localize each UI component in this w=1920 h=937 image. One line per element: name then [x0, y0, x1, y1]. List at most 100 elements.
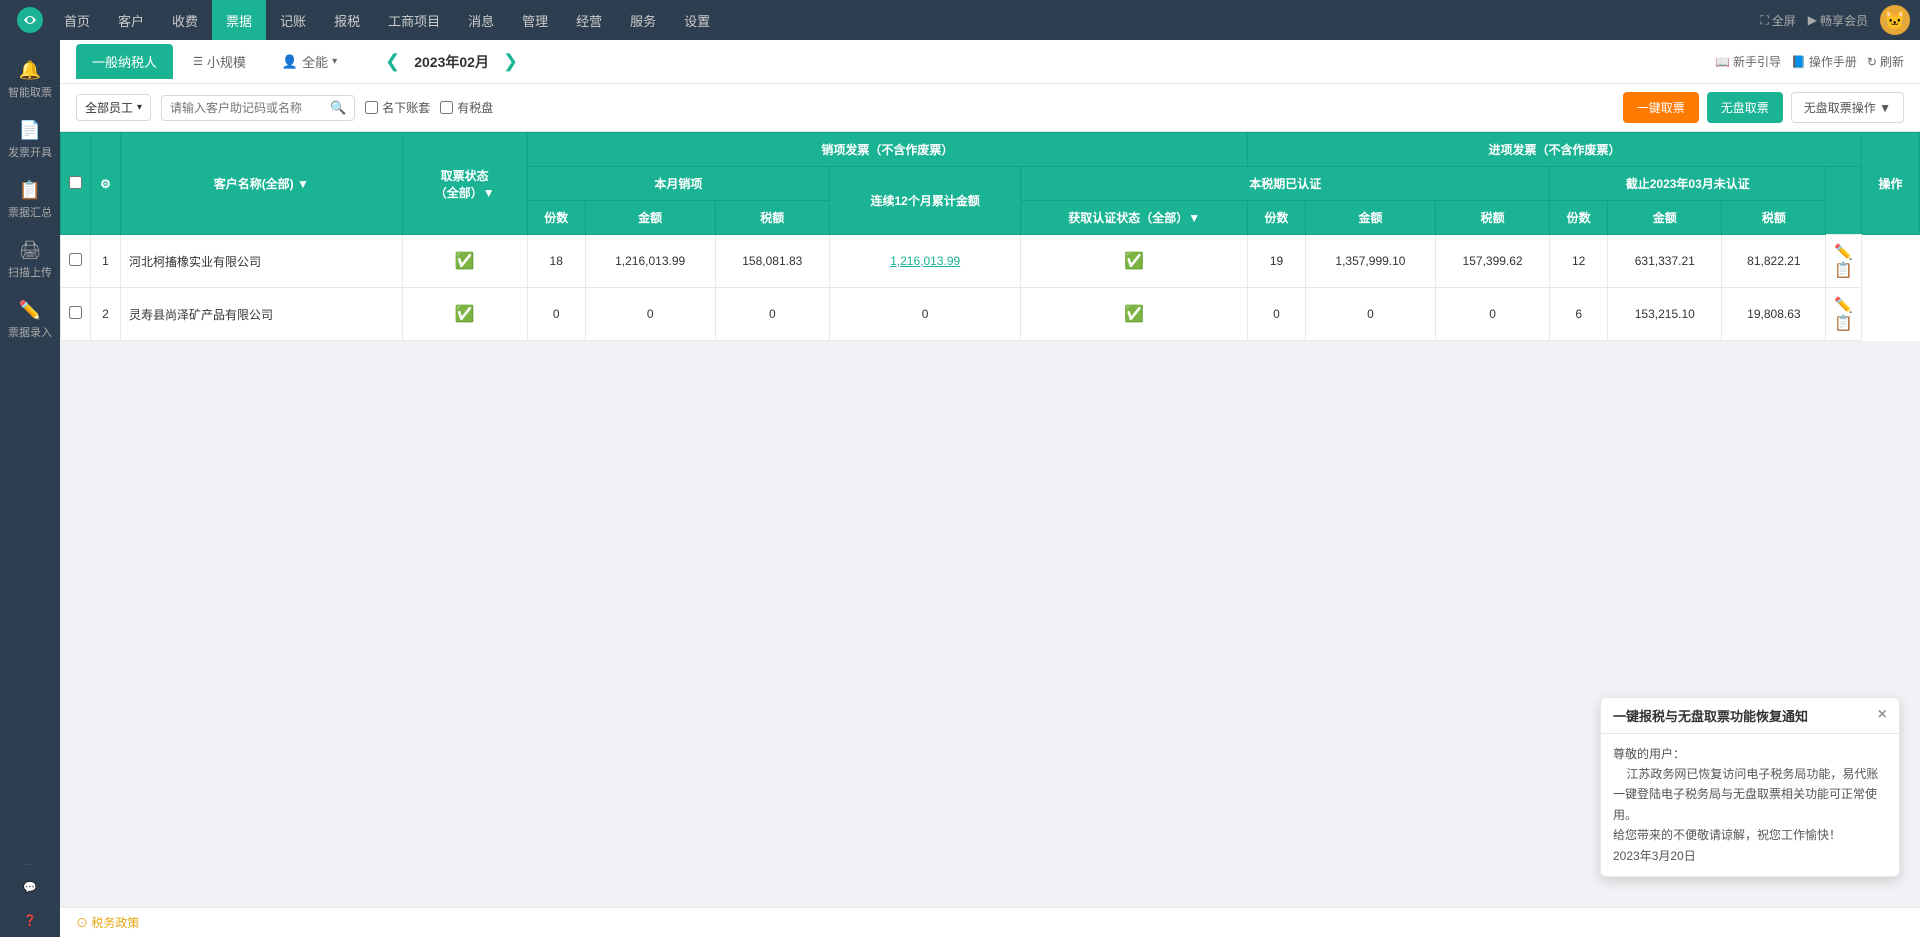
th-action: 操作 — [1861, 133, 1919, 235]
nav-service[interactable]: 服务 — [616, 0, 670, 40]
tab-all[interactable]: 👤 全能 ▾ — [266, 44, 353, 79]
employee-dropdown-icon: ▾ — [137, 102, 142, 113]
checkbox-accounts-input[interactable] — [365, 101, 378, 114]
nodisk-ticket-btn[interactable]: 无盘取票 — [1707, 92, 1783, 123]
onekey-ticket-btn[interactable]: 一键取票 — [1623, 92, 1699, 123]
notification-text: 尊敬的用户： 江苏政务网已恢复访问电子税务局功能，易代账一键登陆电子税务局与无盘… — [1613, 744, 1887, 866]
sidebar-bottom: 💬 ❓ — [23, 858, 37, 937]
row-checkbox-1[interactable] — [69, 306, 82, 319]
detail-action-icon[interactable]: 📋 — [1832, 315, 1855, 332]
sidebar-item-entry[interactable]: ✏️ 票据录入 — [0, 290, 60, 350]
nav-account[interactable]: 记账 — [266, 0, 320, 40]
group-header-row: ⚙ 客户名称(全部) ▼ 取票状态（全部）▼ 销项发票（不含作废票） 进项发票（… — [61, 133, 1920, 167]
nav-admin[interactable]: 管理 — [508, 0, 562, 40]
search-icon[interactable]: 🔍 — [330, 100, 346, 116]
notification-body: 尊敬的用户： 江苏政务网已恢复访问电子税务局功能，易代账一键登陆电子税务局与无盘… — [1601, 734, 1899, 876]
checkbox-taxdisk[interactable]: 有税盘 — [440, 99, 493, 116]
next-month-btn[interactable]: ❯ — [495, 51, 526, 72]
nav-fee[interactable]: 收费 — [158, 0, 212, 40]
sidebar-item-scan[interactable]: 🖨 扫描上传 — [0, 230, 60, 290]
nav-settings[interactable]: 设置 — [670, 0, 724, 40]
detail-action-icon[interactable]: 📋 — [1832, 262, 1855, 279]
invoice-icon: 📄 — [19, 120, 41, 141]
member-btn[interactable]: ▶ 畅享会员 — [1808, 12, 1868, 29]
row-month-tax: 0 — [715, 288, 829, 341]
notification-title: 一键报税与无盘取票功能恢复通知 — [1613, 706, 1808, 725]
nodisk-ops-btn[interactable]: 无盘取票操作 ▼ — [1791, 92, 1904, 123]
logo[interactable] — [10, 0, 50, 40]
th-period-certified: 本税期已认证 — [1021, 167, 1550, 201]
prev-month-btn[interactable]: ❮ — [377, 51, 408, 72]
filter-icon-status[interactable]: ▼ — [483, 186, 495, 200]
row-uncert-amount: 153,215.10 — [1608, 288, 1722, 341]
row-cert-tax: 0 — [1435, 288, 1549, 341]
row-actions: ✏️ 📋 — [1826, 235, 1862, 288]
row-month-qty: 18 — [527, 235, 585, 288]
tab-general-label: 一般纳税人 — [92, 52, 157, 71]
tab-all-icon: 👤 — [282, 54, 298, 70]
th-month-sales: 本月销项 — [527, 167, 829, 201]
search-input[interactable] — [170, 101, 330, 115]
row-uncert-amount: 631,337.21 — [1608, 235, 1722, 288]
fullscreen-btn[interactable]: ⛶ 全屏 — [1760, 12, 1795, 29]
th-cert-qty: 份数 — [1248, 201, 1306, 235]
row-cert-qty: 19 — [1248, 235, 1306, 288]
row-actions: ✏️ 📋 — [1826, 288, 1862, 341]
help-icon: ❓ — [23, 914, 37, 927]
row-checkbox-0[interactable] — [69, 253, 82, 266]
manual-icon: 📘 — [1791, 55, 1806, 69]
filter-icon-name[interactable]: ▼ — [297, 177, 309, 191]
th-placeholder — [1826, 167, 1862, 235]
edit-action-icon[interactable]: ✏️ — [1832, 297, 1855, 314]
nav-business[interactable]: 工商项目 — [374, 0, 454, 40]
notification-close-btn[interactable]: × — [1878, 706, 1887, 724]
status-bar: ⊙ 税务政策 — [60, 907, 1920, 937]
select-all-checkbox[interactable] — [69, 176, 82, 189]
table-row: 2 灵寿县尚泽矿产品有限公司 ✅ 0 0 0 0 ✅ 0 0 0 6 153,2… — [61, 288, 1920, 341]
row-uncert-tax: 81,822.21 — [1722, 235, 1826, 288]
row-no: 1 — [91, 235, 121, 288]
row-uncert-tax: 19,808.63 — [1722, 288, 1826, 341]
sidebar-help[interactable]: ❓ — [23, 904, 37, 937]
nav-tax[interactable]: 报税 — [320, 0, 374, 40]
filter-icon-cert[interactable]: ▼ — [1188, 211, 1200, 225]
settings-icon[interactable]: ⚙ — [100, 177, 111, 191]
row-cert-qty: 0 — [1248, 288, 1306, 341]
employee-select[interactable]: 全部员工 ▾ — [76, 94, 151, 121]
row-month-tax: 158,081.83 — [715, 235, 829, 288]
row-no: 2 — [91, 288, 121, 341]
sidebar-item-summary[interactable]: 📋 票据汇总 — [0, 170, 60, 230]
row-cumulative: 0 — [829, 288, 1020, 341]
edit-action-icon[interactable]: ✏️ — [1832, 244, 1855, 261]
manual-btn[interactable]: 📘 操作手册 — [1791, 53, 1857, 70]
th-settings: ⚙ — [91, 133, 121, 235]
checkbox-accounts[interactable]: 名下账套 — [365, 99, 430, 116]
guide-btn[interactable]: 📖 新手引导 — [1715, 53, 1781, 70]
row-uncert-qty: 12 — [1550, 235, 1608, 288]
nav-operate[interactable]: 经营 — [562, 0, 616, 40]
th-uncert-tax: 税额 — [1722, 201, 1826, 235]
th-customer-name: 客户名称(全部) ▼ — [121, 133, 403, 235]
sidebar-item-smart-ticket[interactable]: 🔔 智能取票 — [0, 50, 60, 110]
tab-all-dropdown-icon: ▾ — [332, 56, 337, 67]
sidebar-item-issue-invoice[interactable]: 📄 发票开具 — [0, 110, 60, 170]
sidebar-chat[interactable]: 💬 — [23, 871, 37, 904]
row-checkbox-cell — [61, 288, 91, 341]
row-checkbox-cell — [61, 235, 91, 288]
tab-general-taxpayer[interactable]: 一般纳税人 — [76, 44, 173, 79]
row-month-qty: 0 — [527, 288, 585, 341]
refresh-btn[interactable]: ↻ 刷新 — [1867, 53, 1904, 70]
main-table: ⚙ 客户名称(全部) ▼ 取票状态（全部）▼ 销项发票（不含作废票） 进项发票（… — [60, 132, 1920, 341]
nav-invoice[interactable]: 票据 — [212, 0, 266, 40]
checkbox-taxdisk-input[interactable] — [440, 101, 453, 114]
cumulative-link[interactable]: 1,216,013.99 — [890, 254, 960, 268]
tabs-bar: 一般纳税人 ☰ 小规模 👤 全能 ▾ ❮ 2023年02月 ❯ 📖 新手引导 📘… — [60, 40, 1920, 84]
tab-small-scale[interactable]: ☰ 小规模 — [177, 44, 262, 79]
nav-message[interactable]: 消息 — [454, 0, 508, 40]
tax-policy-link[interactable]: ⊙ 税务政策 — [76, 914, 139, 931]
status-check-icon: ✅ — [455, 253, 475, 270]
nav-customer[interactable]: 客户 — [104, 0, 158, 40]
avatar[interactable]: 🐱 — [1880, 5, 1910, 35]
refresh-icon: ↻ — [1867, 55, 1877, 69]
nav-home[interactable]: 首页 — [50, 0, 104, 40]
